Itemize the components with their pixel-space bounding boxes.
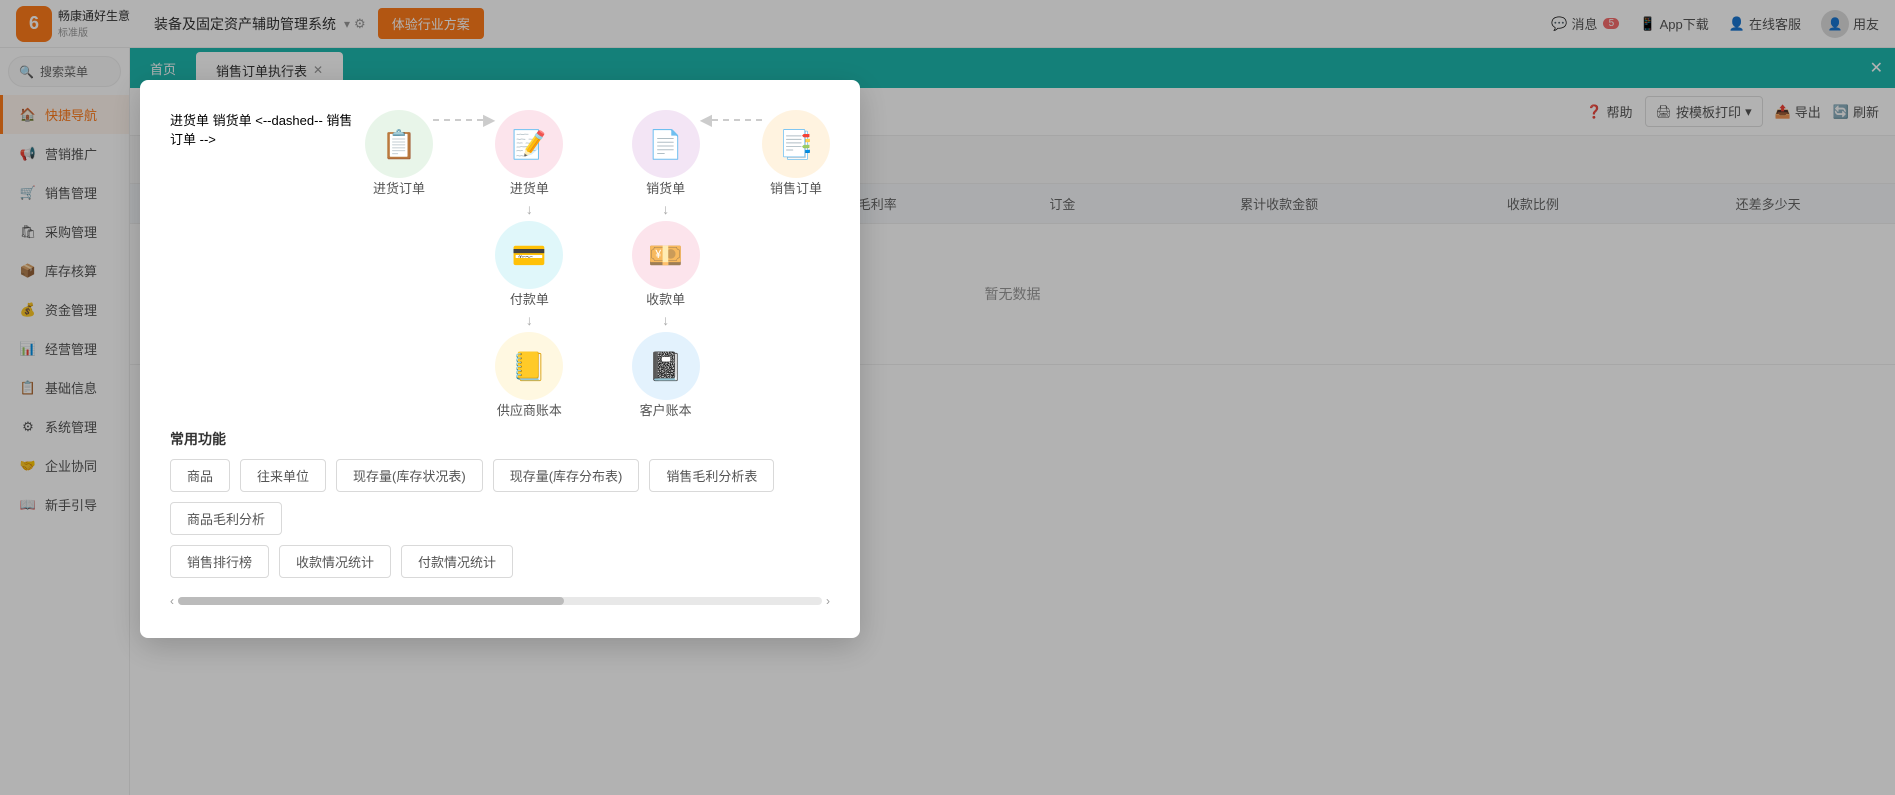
- common-btn-payment-stats[interactable]: 付款情况统计: [401, 545, 513, 578]
- common-functions-title: 常用功能: [170, 429, 830, 449]
- arrow-left-2: ◀: [700, 110, 712, 130]
- purchase-order-icon: 📋: [382, 128, 417, 161]
- common-functions-section: 常用功能 商品 往来单位 现存量(库存状况表) 现存量(库存分布表) 销售毛利分…: [170, 429, 830, 578]
- common-btn-inventory-dist[interactable]: 现存量(库存分布表): [493, 459, 640, 492]
- sales-order-label: 销售订单: [770, 178, 822, 197]
- flow-diagram: 进货单 销货单 <--dashed-- 销售订单 --> 📋 进货订单 ▶ 📝 …: [170, 110, 830, 419]
- dashed-line-2: [712, 119, 762, 121]
- common-btn-receipt-stats[interactable]: 收款情况统计: [279, 545, 391, 578]
- arrow-h1: ▶: [433, 110, 495, 130]
- col-purchase-order: 📋 进货订单: [365, 110, 433, 197]
- dashed-line-1: [433, 119, 483, 121]
- flow-modal: 进货单 销货单 <--dashed-- 销售订单 --> 📋 进货订单 ▶ 📝 …: [140, 80, 860, 638]
- receipt-circle[interactable]: 💴: [632, 221, 700, 289]
- supplier-label: 供应商账本: [497, 400, 562, 419]
- arrow-down-payment: ↓: [526, 312, 533, 328]
- scroll-left-icon[interactable]: ‹: [170, 594, 174, 608]
- common-btn-sales-rank[interactable]: 销售排行榜: [170, 545, 269, 578]
- arrow-down-purchase: ↓: [526, 201, 533, 217]
- arrow-right-1: ▶: [483, 110, 495, 130]
- common-btn-unit[interactable]: 往来单位: [240, 459, 326, 492]
- arrow-down-sale: ↓: [662, 201, 669, 217]
- payment-label: 付款单: [510, 289, 549, 308]
- scroll-right-icon[interactable]: ›: [826, 594, 830, 608]
- purchase-circle[interactable]: 📝: [495, 110, 563, 178]
- modal-scrollbar: ‹ ›: [170, 594, 830, 608]
- receipt-label: 收款单: [646, 289, 685, 308]
- payment-icon: 💳: [512, 239, 547, 272]
- receipt-icon: 💴: [648, 239, 683, 272]
- common-btn-sales-profit[interactable]: 销售毛利分析表: [649, 459, 774, 492]
- purchase-order-label: 进货订单: [373, 178, 425, 197]
- common-btn-product-profit[interactable]: 商品毛利分析: [170, 502, 282, 535]
- col-purchase: 📝 进货单 ↓ 💳 付款单 ↓ 📒 供应商账本: [495, 110, 563, 419]
- customer-label: 客户账本: [640, 400, 692, 419]
- sales-order-icon: 📑: [779, 128, 814, 161]
- common-buttons-row1: 商品 往来单位 现存量(库存状况表) 现存量(库存分布表) 销售毛利分析表 商品…: [170, 459, 830, 535]
- arrow-h2: ◀: [700, 110, 762, 130]
- sale-circle[interactable]: 📄: [632, 110, 700, 178]
- purchase-label: 进货单: [510, 178, 549, 197]
- common-btn-inventory-status[interactable]: 现存量(库存状况表): [336, 459, 483, 492]
- scrollbar-track[interactable]: [178, 597, 822, 605]
- customer-circle[interactable]: 📓: [632, 332, 700, 400]
- common-btn-product[interactable]: 商品: [170, 459, 230, 492]
- sale-icon: 📄: [648, 128, 683, 161]
- modal-overlay[interactable]: 进货单 销货单 <--dashed-- 销售订单 --> 📋 进货订单 ▶ 📝 …: [0, 0, 1895, 795]
- scrollbar-thumb[interactable]: [178, 597, 564, 605]
- sales-order-circle[interactable]: 📑: [762, 110, 830, 178]
- col-sale: 📄 销货单 ↓ 💴 收款单 ↓ 📓 客户账本: [632, 110, 700, 419]
- payment-circle[interactable]: 💳: [495, 221, 563, 289]
- customer-icon: 📓: [648, 350, 683, 383]
- sale-label: 销货单: [646, 178, 685, 197]
- supplier-circle[interactable]: 📒: [495, 332, 563, 400]
- supplier-icon: 📒: [512, 350, 547, 383]
- col-sales-order: 📑 销售订单: [762, 110, 830, 197]
- common-buttons-row2: 销售排行榜 收款情况统计 付款情况统计: [170, 545, 830, 578]
- purchase-icon: 📝: [512, 128, 547, 161]
- purchase-order-circle[interactable]: 📋: [365, 110, 433, 178]
- arrow-down-receipt: ↓: [662, 312, 669, 328]
